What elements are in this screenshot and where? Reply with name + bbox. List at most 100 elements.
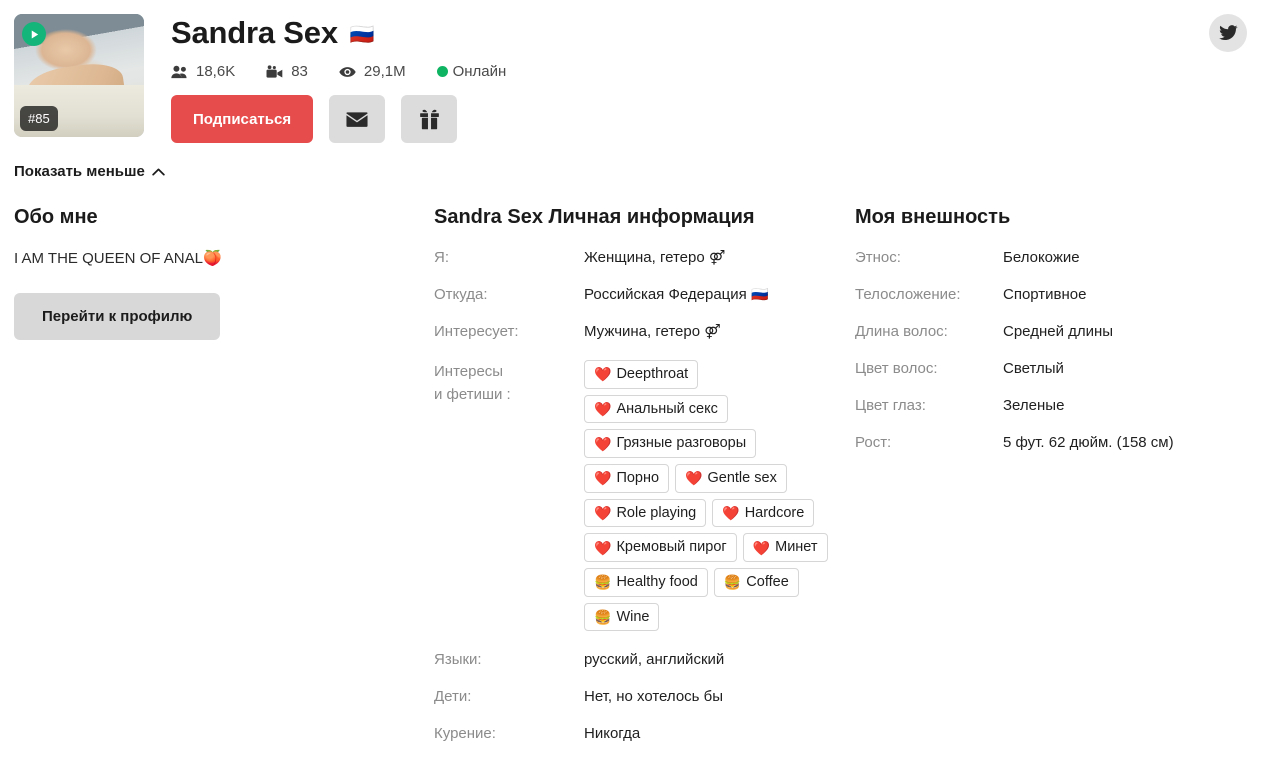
eye-icon [339,65,356,79]
gift-icon [419,109,440,130]
interest-tag-label: Healthy food [616,574,698,591]
heart-icon: ❤️ [752,539,771,556]
row-value-text: Мужчина, гетеро [584,323,701,341]
row-label: Рост: [855,434,892,452]
interest-tag[interactable]: ❤️ Кремовый пирог [584,533,737,563]
interest-tag[interactable]: 🍔 Healthy food [584,568,708,597]
interest-tag-list: ❤️ Deepthroat ❤️ Анальный секс ❤️ Грязные раз… [584,360,828,632]
about-title: Обо мне [14,206,98,229]
profile-header: #85 Sandra Sex 🇷🇺 18,6K 83 29,1M Онлайн … [0,0,1266,144]
row-label: Цвет волос: [855,360,938,378]
envelope-icon [346,111,368,128]
table-row: Цвет глаз: Зеленые [855,397,1266,434]
profile-columns: Обо мне I AM THE QUEEN OF ANAL🍑 Перейти … [0,206,1266,742]
interest-tag-label: Грязные разговоры [616,435,747,452]
table-row: Курение: Никогда [434,725,855,742]
people-icon [171,65,188,79]
gender-hetero-icon: ⚤ [704,323,721,340]
stat-videos: 83 [266,63,308,80]
row-value: 5 фут. 62 дюйм. (158 см) [1003,434,1174,452]
personal-info-table: Я: Женщина, гетеро ⚤ Откуда: Российская … [434,249,855,742]
table-row: Я: Женщина, гетеро ⚤ [434,249,855,286]
row-label: Откуда: [434,286,488,304]
interests-label-line1: Интересы [434,363,504,381]
row-label: Курение: [434,725,496,743]
about-text-value: I AM THE QUEEN OF ANAL [14,250,203,268]
table-row: Этнос: Белокожие [855,249,1266,286]
title-line: Sandra Sex 🇷🇺 [171,15,506,50]
interest-tag[interactable]: ❤️ Анальный секс [584,394,728,424]
rank-badge: #85 [20,106,58,131]
interest-tag-label: Gentle sex [707,470,777,487]
row-value: Спортивное [1003,286,1087,304]
twitter-link[interactable] [1209,14,1247,52]
interest-tag-label: Анальный секс [616,400,718,417]
online-label: Онлайн [452,63,507,81]
stat-views-value: 29,1M [363,63,406,81]
play-icon[interactable] [22,22,46,46]
video-camera-icon [266,64,283,79]
row-value-text: Женщина, гетеро [584,249,705,267]
interest-tag[interactable]: ❤️ Gentle sex [675,464,787,493]
row-label: Цвет глаз: [855,397,926,415]
about-section: Обо мне I AM THE QUEEN OF ANAL🍑 Перейти … [14,206,434,742]
interest-tag[interactable]: ❤️ Грязные разговоры [584,429,757,459]
interest-tag[interactable]: ❤️ Role playing [584,498,707,528]
row-value: Российская Федерация 🇷🇺 [584,286,855,323]
interests-label-line2: и фетиши : [434,386,511,404]
table-row-interests: Интересы и фетиши : ❤️ Deepthroat ❤️ Анальн… [434,360,855,651]
page-title: Sandra Sex [171,15,338,50]
interest-tag[interactable]: ❤️ Deepthroat [584,360,699,389]
show-less-toggle[interactable]: Показать меньше [14,163,165,180]
appearance-table: Этнос: Белокожие Телосложение: Спортивно… [855,249,1266,451]
interest-tag[interactable]: ❤️ Минет [742,533,828,563]
heart-icon: ❤️ [685,470,703,487]
stat-views: 29,1M [339,63,406,80]
personal-info-section: Sandra Sex Личная информация Я: Женщина,… [434,206,855,742]
heart-icon: ❤️ [594,401,612,418]
table-row: Длина волос: Средней длины [855,323,1266,360]
row-value: Мужчина, гетеро ⚤ [584,323,855,360]
stats-row: 18,6K 83 29,1M Онлайн [171,63,506,80]
status-badge: Онлайн [436,63,507,81]
interest-tag-label: Кремовый пирог [616,539,727,556]
personal-info-title: Sandra Sex Личная информация [434,206,755,229]
interest-tag[interactable]: ❤️ Порно [584,464,670,493]
action-buttons: Подписаться [171,95,506,144]
avatar[interactable]: #85 [14,14,144,137]
row-label: Длина волос: [855,323,948,341]
header-row: #85 Sandra Sex 🇷🇺 18,6K 83 29,1M Онлайн … [14,14,1266,144]
peach-icon: 🍑 [202,250,222,268]
row-label: Этнос: [855,249,901,267]
interest-tag[interactable]: ❤️ Hardcore [712,498,815,528]
row-label: Языки: [434,651,482,669]
row-label: Телосложение: [855,286,961,304]
row-label: Интересует: [434,323,519,341]
heart-icon: ❤️ [594,505,612,522]
profile-page: #85 Sandra Sex 🇷🇺 18,6K 83 29,1M Онлайн … [0,0,1266,775]
interest-tag[interactable]: 🍔 Wine [584,602,660,632]
appearance-section: Моя внешность Этнос: Белокожие Телосложе… [855,206,1266,742]
interests-label: Интересы и фетиши : [434,360,584,651]
online-dot-icon [436,66,448,78]
interest-tag[interactable]: 🍔 Coffee [713,568,799,597]
twitter-icon [1218,25,1238,41]
gift-button[interactable] [401,95,458,144]
gender-hetero-icon: ⚤ [708,249,726,266]
subscribe-button[interactable]: Подписаться [171,95,314,144]
stat-videos-value: 83 [291,63,308,81]
stat-followers-value: 18,6K [196,63,236,81]
burger-icon: 🍔 [723,574,742,591]
row-value: русский, английский [584,651,725,669]
row-label: Дети: [434,688,472,706]
heart-icon: ❤️ [594,539,612,556]
message-button[interactable] [329,95,386,144]
row-value: Зеленые [1003,397,1065,415]
table-row: Телосложение: Спортивное [855,286,1266,323]
goto-profile-button[interactable]: Перейти к профилю [14,292,221,340]
heart-icon: ❤️ [594,366,612,383]
heart-icon: ❤️ [594,470,612,487]
country-flag-icon: 🇷🇺 [349,24,375,47]
interests-cell: ❤️ Deepthroat ❤️ Анальный секс ❤️ Грязные раз… [584,360,855,651]
burger-icon: 🍔 [594,574,612,591]
